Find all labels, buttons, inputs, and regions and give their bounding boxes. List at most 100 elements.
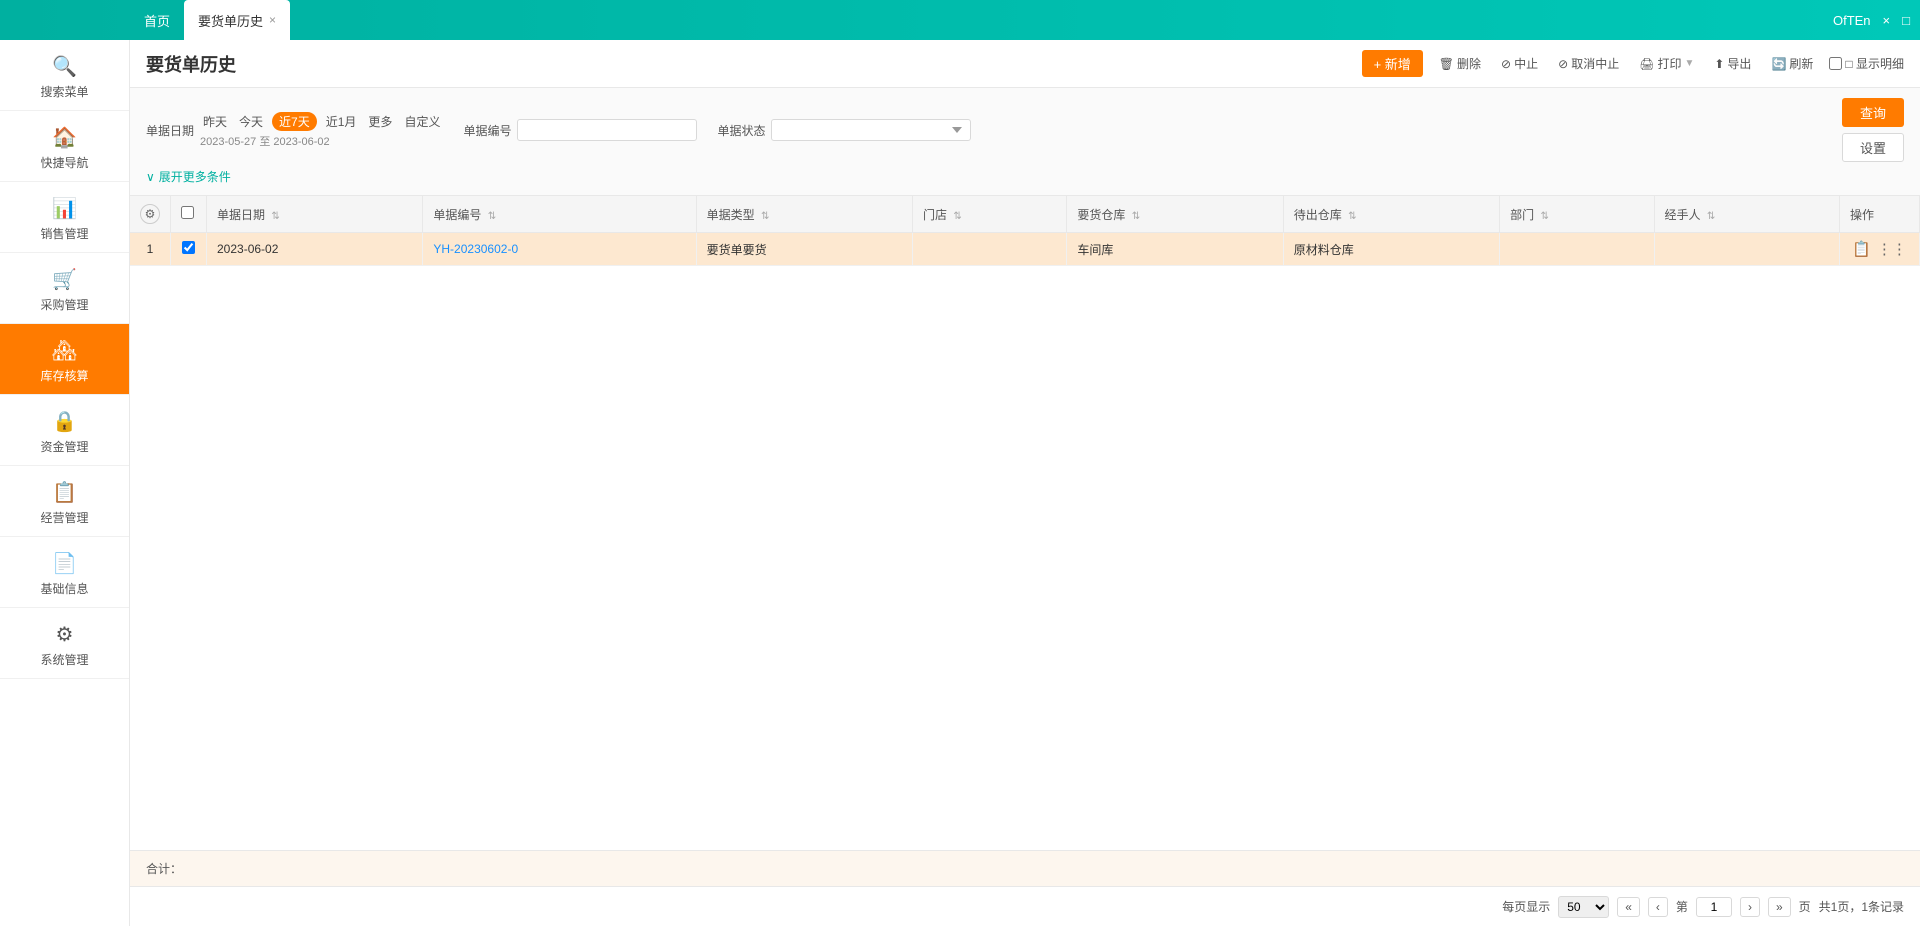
col-pending-warehouse-label: 待出仓库 bbox=[1294, 208, 1342, 222]
prev-page-button[interactable]: ‹ bbox=[1648, 897, 1668, 917]
date-shortcut-more[interactable]: 更多 bbox=[365, 112, 395, 131]
show-detail-checkbox[interactable] bbox=[1829, 57, 1842, 70]
row-bill-no[interactable]: YH-20230602-0 bbox=[423, 233, 696, 266]
col-bill-no[interactable]: 单据编号 ⇅ bbox=[423, 196, 696, 233]
col-req-warehouse-label: 要货仓库 bbox=[1077, 208, 1125, 222]
delete-icon: 🗑 bbox=[1439, 57, 1454, 71]
col-settings[interactable]: ⚙ bbox=[130, 196, 171, 233]
col-department[interactable]: 部门 ⇅ bbox=[1500, 196, 1654, 233]
date-range-display: 2023-05-27 至 2023-06-02 bbox=[200, 133, 443, 149]
page-number-input[interactable] bbox=[1696, 897, 1732, 917]
print-dropdown-icon: ▼ bbox=[1684, 58, 1694, 69]
sidebar-item-quick-nav[interactable]: 🏠 快捷导航 bbox=[0, 111, 129, 182]
delete-button-label: 删除 bbox=[1457, 55, 1481, 72]
table-row[interactable]: 1 2023-06-02 YH-20230602-0 要货单要货 车间库 原材料… bbox=[130, 233, 1920, 266]
col-bill-type[interactable]: 单据类型 ⇅ bbox=[696, 196, 912, 233]
sidebar-item-purchase-mgmt[interactable]: 🛒 采购管理 bbox=[0, 253, 129, 324]
bill-no-input[interactable] bbox=[517, 119, 697, 141]
tab-requisition-history[interactable]: 要货单历史 × bbox=[184, 0, 290, 40]
date-shortcut-today[interactable]: 今天 bbox=[236, 112, 266, 131]
sidebar-item-capital-mgmt[interactable]: 🔒 资金管理 bbox=[0, 395, 129, 466]
export-button[interactable]: ⬆ 导出 bbox=[1710, 53, 1755, 74]
data-table: ⚙ 单据日期 ⇅ 单据编号 ⇅ bbox=[130, 196, 1920, 266]
print-button-label: 打印 bbox=[1657, 55, 1681, 72]
suspend-button[interactable]: ⊘ 中止 bbox=[1497, 53, 1542, 74]
expand-more-button[interactable]: ∨ 展开更多条件 bbox=[146, 168, 1904, 185]
basic-info-icon: 📄 bbox=[52, 551, 77, 576]
first-page-button[interactable]: « bbox=[1617, 897, 1640, 917]
sidebar-item-sales-mgmt[interactable]: 📊 销售管理 bbox=[0, 182, 129, 253]
col-bill-date[interactable]: 单据日期 ⇅ bbox=[207, 196, 423, 233]
tab-home-label: 首页 bbox=[144, 11, 170, 30]
sort-icon-store: ⇅ bbox=[953, 211, 961, 222]
date-filter-label: 单据日期 bbox=[146, 122, 194, 139]
show-detail-toggle[interactable]: □ 显示明细 bbox=[1829, 55, 1904, 72]
suspend-button-label: 中止 bbox=[1514, 55, 1538, 72]
filter-area: 单据日期 昨天 今天 近7天 近1月 更多 自定义 2023-05-27 至 2… bbox=[130, 88, 1920, 196]
window-maximize-icon[interactable]: □ bbox=[1902, 13, 1910, 28]
col-department-label: 部门 bbox=[1510, 208, 1534, 222]
sidebar-item-label: 系统管理 bbox=[40, 651, 88, 668]
per-page-select[interactable]: 50 10 20 100 bbox=[1558, 896, 1609, 918]
sidebar-item-operations-mgmt[interactable]: 📋 经营管理 bbox=[0, 466, 129, 537]
sort-icon-department: ⇅ bbox=[1541, 211, 1549, 222]
per-page-label: 每页显示 bbox=[1502, 898, 1550, 915]
delete-button[interactable]: 🗑 删除 bbox=[1435, 53, 1485, 74]
pagination-bar: 每页显示 50 10 20 100 « ‹ 第 › » 页 共1页，1条记录 bbox=[130, 886, 1920, 926]
refresh-button[interactable]: 🔄 刷新 bbox=[1767, 53, 1817, 74]
select-all-checkbox[interactable] bbox=[181, 206, 194, 219]
sidebar-item-inventory-calc[interactable]: 🏘 库存核算 bbox=[0, 324, 129, 395]
row-bill-type: 要货单要货 bbox=[696, 233, 912, 266]
col-handler-label: 经手人 bbox=[1665, 208, 1701, 222]
row-pending-warehouse: 原材料仓库 bbox=[1283, 233, 1499, 266]
row-checkbox-cell[interactable] bbox=[171, 233, 207, 266]
new-button[interactable]: + 新增 bbox=[1362, 50, 1423, 77]
table-wrapper[interactable]: ⚙ 单据日期 ⇅ 单据编号 ⇅ bbox=[130, 196, 1920, 850]
query-button[interactable]: 查询 bbox=[1842, 98, 1904, 127]
sort-icon-req-warehouse: ⇅ bbox=[1132, 211, 1140, 222]
date-shortcut-1month[interactable]: 近1月 bbox=[323, 112, 360, 131]
col-bill-type-label: 单据类型 bbox=[707, 208, 755, 222]
filter-group-date: 单据日期 昨天 今天 近7天 近1月 更多 自定义 2023-05-27 至 2… bbox=[146, 112, 443, 149]
more-icon[interactable]: ⋮⋮ bbox=[1877, 240, 1907, 258]
sort-icon-bill-type: ⇅ bbox=[761, 211, 769, 222]
col-handler[interactable]: 经手人 ⇅ bbox=[1654, 196, 1839, 233]
sidebar-item-label: 快捷导航 bbox=[40, 154, 88, 171]
col-pending-warehouse[interactable]: 待出仓库 ⇅ bbox=[1283, 196, 1499, 233]
sidebar-item-basic-info[interactable]: 📄 基础信息 bbox=[0, 537, 129, 608]
total-info: 共1页，1条记录 bbox=[1819, 898, 1904, 915]
date-shortcut-custom[interactable]: 自定义 bbox=[401, 112, 443, 131]
close-tab-icon[interactable]: × bbox=[269, 13, 276, 27]
last-page-button[interactable]: » bbox=[1768, 897, 1791, 917]
tab-requisition-history-label: 要货单历史 bbox=[198, 11, 263, 30]
bill-status-select[interactable] bbox=[771, 119, 971, 141]
column-settings-icon[interactable]: ⚙ bbox=[140, 204, 160, 224]
sidebar-item-system-mgmt[interactable]: ⚙ 系统管理 bbox=[0, 608, 129, 679]
cancel-suspend-button[interactable]: ⊘ 取消中止 bbox=[1554, 53, 1623, 74]
sort-icon-handler: ⇅ bbox=[1707, 211, 1715, 222]
col-req-warehouse[interactable]: 要货仓库 ⇅ bbox=[1067, 196, 1283, 233]
edit-icon[interactable]: 📋 bbox=[1852, 240, 1871, 258]
main-layout: 🔍 搜索菜单 🏠 快捷导航 📊 销售管理 🛒 采购管理 🏘 库存核算 🔒 资金管… bbox=[0, 40, 1920, 926]
capital-mgmt-icon: 🔒 bbox=[52, 409, 77, 434]
filter-group-bill-no: 单据编号 bbox=[463, 119, 697, 141]
table-header-row: ⚙ 单据日期 ⇅ 单据编号 ⇅ bbox=[130, 196, 1920, 233]
col-store[interactable]: 门店 ⇅ bbox=[912, 196, 1066, 233]
window-close-icon[interactable]: × bbox=[1883, 13, 1891, 28]
filter-row-1: 单据日期 昨天 今天 近7天 近1月 更多 自定义 2023-05-27 至 2… bbox=[146, 98, 1904, 162]
total-label: 页 bbox=[1799, 898, 1811, 915]
bill-no-link[interactable]: YH-20230602-0 bbox=[433, 242, 518, 256]
sidebar-item-label: 基础信息 bbox=[40, 580, 88, 597]
row-department bbox=[1500, 233, 1654, 266]
next-page-button[interactable]: › bbox=[1740, 897, 1760, 917]
sidebar-item-search-menu[interactable]: 🔍 搜索菜单 bbox=[0, 40, 129, 111]
tab-home[interactable]: 首页 bbox=[130, 0, 184, 40]
chevron-down-icon: ∨ bbox=[146, 170, 155, 184]
date-shortcut-yesterday[interactable]: 昨天 bbox=[200, 112, 230, 131]
date-shortcut-7days[interactable]: 近7天 bbox=[272, 112, 317, 131]
print-button[interactable]: 🖨 打印 ▼ bbox=[1635, 53, 1698, 74]
settings-button[interactable]: 设置 bbox=[1842, 133, 1904, 162]
row-store bbox=[912, 233, 1066, 266]
row-checkbox[interactable] bbox=[182, 241, 195, 254]
col-checkbox[interactable] bbox=[171, 196, 207, 233]
